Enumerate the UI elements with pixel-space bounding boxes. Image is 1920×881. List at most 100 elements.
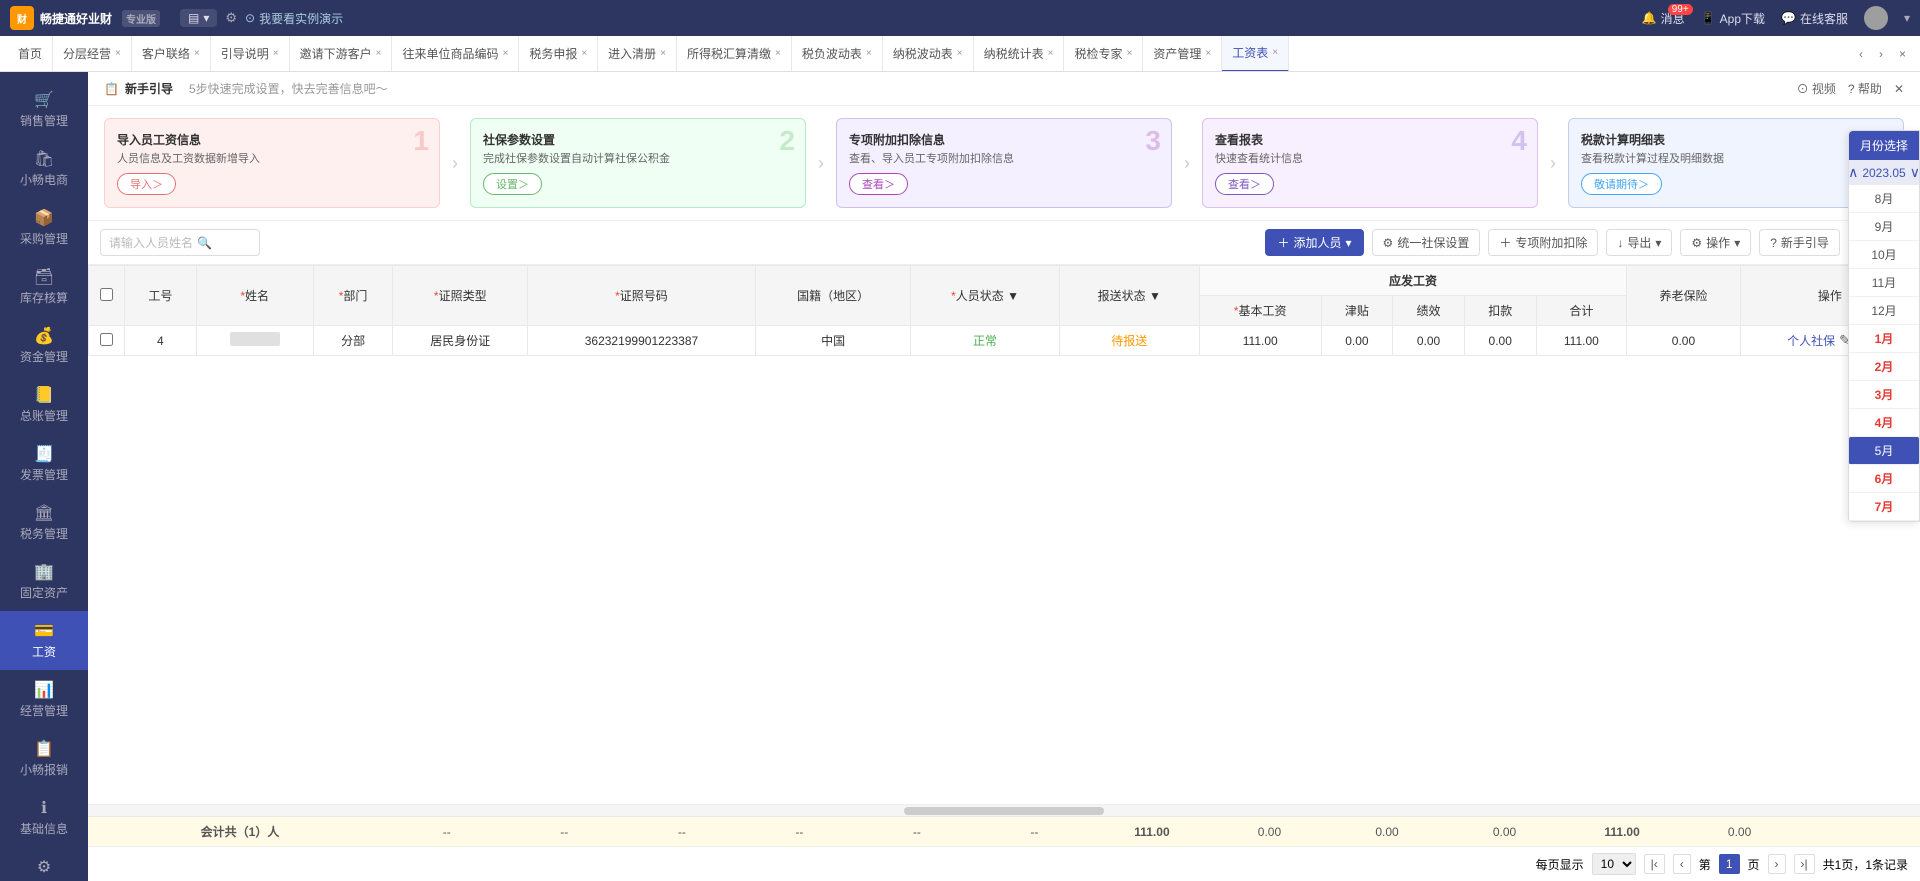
last-page-btn[interactable]: ›|	[1794, 854, 1815, 874]
step-btn-5[interactable]: 敬请期待＞	[1581, 173, 1662, 195]
guide-video-link[interactable]: ⊙ 视频	[1797, 80, 1836, 97]
add-dropdown-arrow: ▾	[1346, 236, 1352, 250]
sidebar-item-invoice[interactable]: 🧾发票管理	[0, 434, 88, 493]
search-icon[interactable]: 🔍	[197, 236, 212, 250]
first-page-btn[interactable]: |‹	[1644, 854, 1665, 874]
tab-close-icon[interactable]: ×	[1205, 48, 1211, 59]
month-prev-year-btn[interactable]: ∧	[1848, 164, 1858, 181]
sidebar-item-payroll[interactable]: 💳工资	[0, 611, 88, 670]
online-service-btn[interactable]: 💬 在线客服	[1781, 10, 1848, 27]
month-item-3[interactable]: 3月	[1849, 381, 1919, 409]
tab-close-icon[interactable]: ×	[581, 48, 587, 59]
tab-close-icon[interactable]: ×	[273, 48, 279, 59]
tab-prev-btn[interactable]: ‹	[1853, 45, 1869, 63]
step-btn-2[interactable]: 设置＞	[483, 173, 542, 195]
sidebar-item-ecommerce[interactable]: 🛍小畅电商	[0, 139, 88, 198]
tab-分层经营[interactable]: 分层经营 ×	[53, 36, 132, 72]
operation-btn[interactable]: ⚙ 操作 ▾	[1680, 229, 1751, 256]
tab-所得税汇算清缴[interactable]: 所得税汇算清缴 ×	[677, 36, 792, 72]
user-menu-icon[interactable]: ▾	[1904, 11, 1910, 25]
tab-close-all-btn[interactable]: ×	[1893, 45, 1912, 63]
month-item-2[interactable]: 2月	[1849, 353, 1919, 381]
tab-home[interactable]: 首页	[8, 36, 53, 72]
footer-dash-1: --	[396, 825, 498, 839]
tab-close-icon[interactable]: ×	[775, 48, 781, 59]
tab-close-icon[interactable]: ×	[115, 48, 121, 59]
sidebar-item-finance[interactable]: 💰资金管理	[0, 316, 88, 375]
company-dropdown[interactable]: ▤ ▾	[180, 9, 217, 27]
tab-邀请下游客户[interactable]: 邀请下游客户 ×	[290, 36, 393, 72]
scroll-thumb[interactable]	[904, 807, 1104, 815]
special-deduction-btn[interactable]: ＋ 专项附加扣除	[1488, 229, 1598, 256]
tab-纳税波动表[interactable]: 纳税波动表 ×	[883, 36, 974, 72]
tab-税检专家[interactable]: 税检专家 ×	[1064, 36, 1143, 72]
sidebar-item-assets[interactable]: 🏢固定资产	[0, 552, 88, 611]
export-btn[interactable]: ↓ 导出 ▾	[1606, 229, 1672, 256]
month-item-9[interactable]: 9月	[1849, 213, 1919, 241]
next-page-btn[interactable]: ›	[1768, 854, 1786, 874]
month-item-8[interactable]: 8月	[1849, 185, 1919, 213]
step-card-1: 1 导入员工资信息 人员信息及工资数据新增导入 导入＞	[104, 118, 440, 208]
demo-link[interactable]: ⊙ 我要看实例演示	[245, 10, 343, 27]
status-filter-icon[interactable]: ▼	[1007, 289, 1019, 303]
tab-进入清册[interactable]: 进入清册 ×	[598, 36, 677, 72]
tab-close-icon[interactable]: ×	[376, 48, 382, 59]
month-item-6[interactable]: 6月	[1849, 465, 1919, 493]
sidebar-item-ledger[interactable]: 📒总账管理	[0, 375, 88, 434]
report-filter-icon[interactable]: ▼	[1149, 289, 1161, 303]
social-security-btn[interactable]: ⚙ 统一社保设置	[1372, 229, 1481, 256]
tab-税负波动表[interactable]: 税负波动表 ×	[792, 36, 883, 72]
sidebar-item-system[interactable]: ⚙系统管理	[0, 847, 88, 881]
tab-资产管理[interactable]: 资产管理 ×	[1143, 36, 1222, 72]
user-avatar[interactable]	[1864, 6, 1888, 30]
tab-close-icon[interactable]: ×	[1048, 48, 1054, 59]
per-page-select[interactable]: 10 20 50	[1592, 853, 1636, 875]
search-input[interactable]: 请输入人员姓名 🔍	[100, 229, 260, 256]
prev-page-btn[interactable]: ‹	[1673, 854, 1691, 874]
step-btn-3[interactable]: 查看＞	[849, 173, 908, 195]
tab-工资表[interactable]: 工资表 ×	[1222, 36, 1289, 72]
tab-close-icon[interactable]: ×	[194, 48, 200, 59]
tab-close-icon[interactable]: ×	[866, 48, 872, 59]
sidebar-item-inventory[interactable]: 🗃库存核算	[0, 257, 88, 316]
select-all-checkbox[interactable]	[100, 288, 113, 301]
month-item-7[interactable]: 7月	[1849, 493, 1919, 521]
settings-icon[interactable]: ⚙	[225, 10, 237, 26]
horizontal-scrollbar[interactable]	[88, 804, 1920, 816]
tab-税务申报[interactable]: 税务申报 ×	[519, 36, 598, 72]
tab-next-btn[interactable]: ›	[1873, 45, 1889, 63]
tab-close-icon[interactable]: ×	[660, 48, 666, 59]
tab-往来单位商品编码[interactable]: 往来单位商品编码 ×	[392, 36, 519, 72]
guide-close-icon[interactable]: ✕	[1894, 82, 1904, 96]
tab-close-active-icon[interactable]: ×	[1272, 47, 1278, 58]
step-btn-4[interactable]: 查看＞	[1215, 173, 1274, 195]
tab-close-icon[interactable]: ×	[957, 48, 963, 59]
sidebar-item-basic[interactable]: ℹ基础信息	[0, 788, 88, 847]
tab-纳税统计表[interactable]: 纳税统计表 ×	[974, 36, 1065, 72]
month-item-5[interactable]: 5月	[1849, 437, 1919, 465]
personal-insurance-link[interactable]: 个人社保	[1787, 332, 1835, 349]
guide-btn[interactable]: ? 新手引导	[1759, 229, 1840, 256]
sidebar-item-sales[interactable]: 🛒销售管理	[0, 80, 88, 139]
step-btn-1[interactable]: 导入＞	[117, 173, 176, 195]
app-download-btn[interactable]: 📱 App下载	[1701, 10, 1765, 27]
sidebar-item-tax[interactable]: 🏛税务管理	[0, 493, 88, 552]
tab-close-icon[interactable]: ×	[502, 48, 508, 59]
month-item-4[interactable]: 4月	[1849, 409, 1919, 437]
month-next-year-btn[interactable]: ∨	[1910, 164, 1920, 181]
tab-客户联络[interactable]: 客户联络 ×	[132, 36, 211, 72]
tab-close-icon[interactable]: ×	[1126, 48, 1132, 59]
th-report-status: 报送状态 ▼	[1059, 266, 1199, 326]
sidebar-item-operations[interactable]: 📊经营管理	[0, 670, 88, 729]
sidebar-item-expense[interactable]: 📋小畅报销	[0, 729, 88, 788]
month-item-12[interactable]: 12月	[1849, 297, 1919, 325]
month-item-10[interactable]: 10月	[1849, 241, 1919, 269]
tab-引导说明[interactable]: 引导说明 ×	[211, 36, 290, 72]
notification-btn[interactable]: 🔔 消息 99+	[1642, 10, 1685, 27]
add-person-btn[interactable]: ＋ 添加人员 ▾	[1265, 229, 1363, 256]
month-item-1[interactable]: 1月	[1849, 325, 1919, 353]
guide-help-link[interactable]: ? 帮助	[1848, 80, 1882, 97]
sidebar-item-purchase[interactable]: 📦采购管理	[0, 198, 88, 257]
row-select-checkbox[interactable]	[100, 333, 113, 346]
month-item-11[interactable]: 11月	[1849, 269, 1919, 297]
